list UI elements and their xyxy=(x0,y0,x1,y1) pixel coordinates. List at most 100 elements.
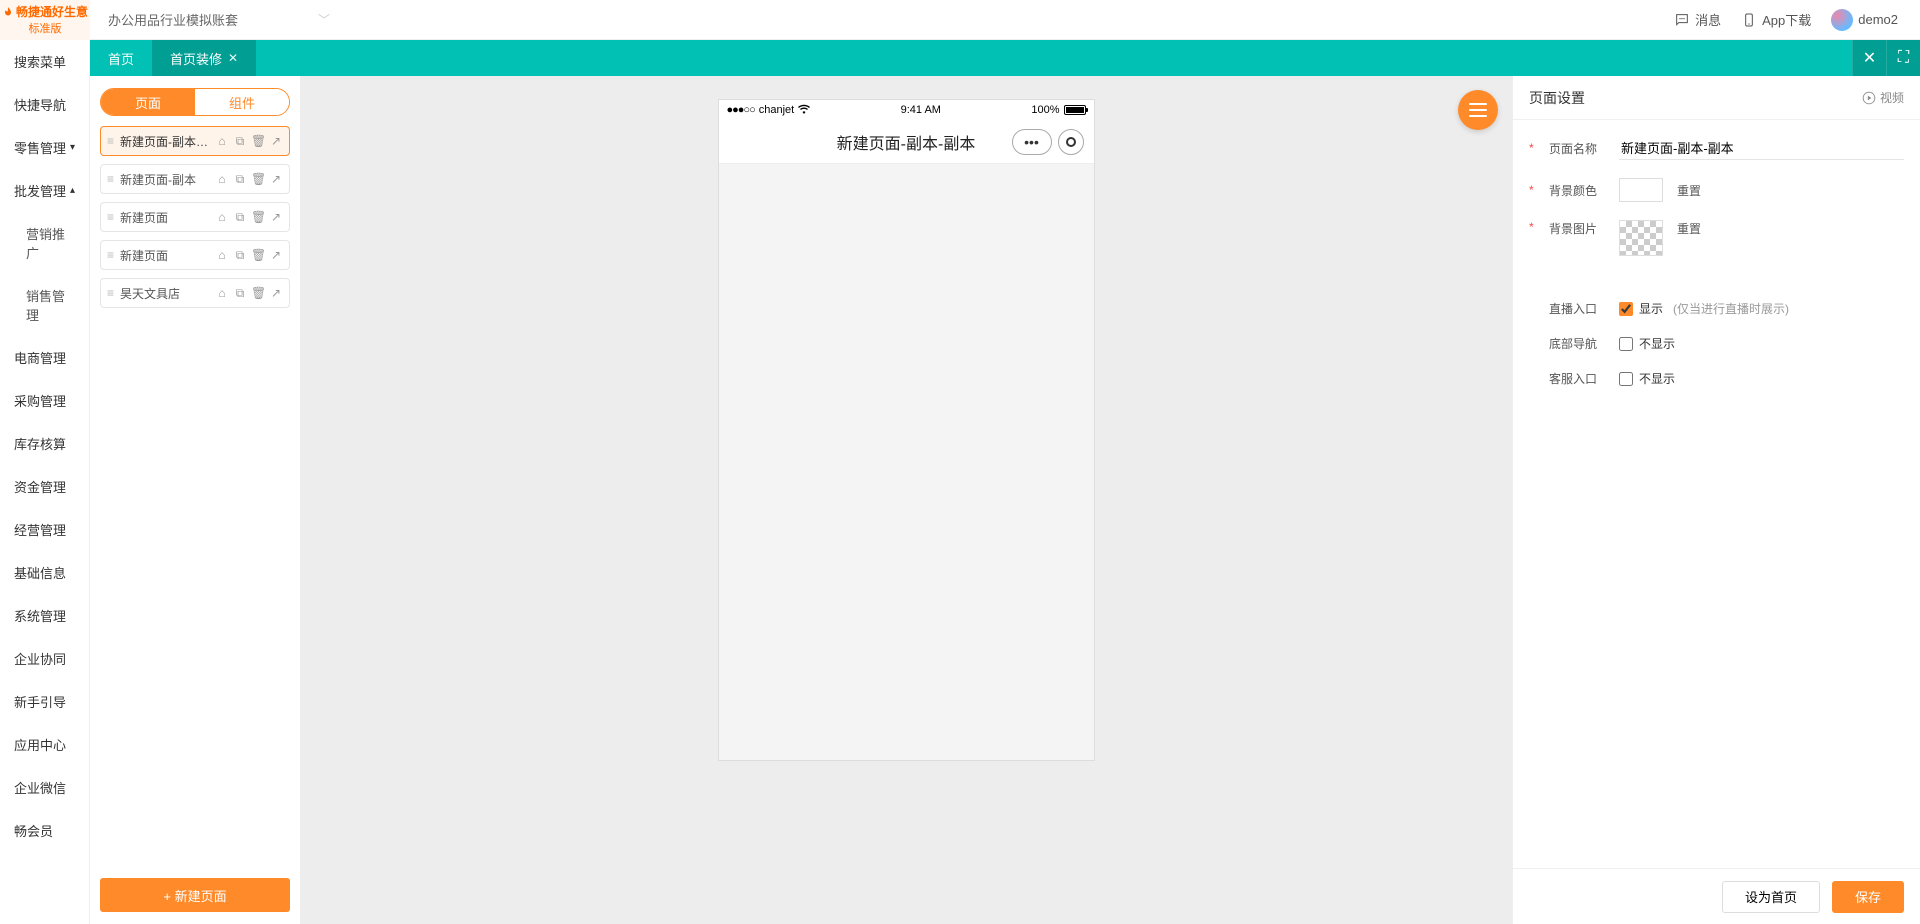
sidebar-item-13[interactable]: 企业协同 xyxy=(0,637,89,680)
avatar xyxy=(1831,9,1853,31)
sidebar-item-label: 销售管理 xyxy=(26,286,75,324)
sidebar-item-3[interactable]: 批发管理▴ xyxy=(0,169,89,212)
page-list-item[interactable]: ≡ 昊天文具店 ⌂ ⧉ 🗑 ↗ xyxy=(100,278,290,308)
copy-icon[interactable]: ⧉ xyxy=(233,286,247,301)
bg-image-reset[interactable]: 重置 xyxy=(1677,220,1701,237)
chevron-down-icon: ﹀ xyxy=(318,11,330,28)
tab-0[interactable]: 首页 xyxy=(90,40,152,76)
sidebar-item-4[interactable]: 营销推广 xyxy=(0,212,89,274)
sidebar-item-16[interactable]: 企业微信 xyxy=(0,766,89,809)
copy-icon[interactable]: ⧉ xyxy=(233,210,247,225)
home-icon[interactable]: ⌂ xyxy=(215,248,229,263)
delete-icon[interactable]: 🗑 xyxy=(251,286,265,301)
copy-icon[interactable]: ⧉ xyxy=(233,172,247,187)
page-item-name: 新建页面-副本-... xyxy=(120,133,209,150)
sidebar-item-11[interactable]: 基础信息 xyxy=(0,551,89,594)
bg-color-reset[interactable]: 重置 xyxy=(1677,182,1701,199)
live-show-text: 显示 xyxy=(1639,300,1663,317)
close-icon[interactable]: ✕ xyxy=(228,51,238,65)
sidebar-item-label: 资金管理 xyxy=(14,477,66,496)
miniapp-menu-icon[interactable]: ••• xyxy=(1012,129,1052,155)
sidebar-item-8[interactable]: 库存核算 xyxy=(0,422,89,465)
delete-icon[interactable]: 🗑 xyxy=(251,248,265,263)
new-page-button[interactable]: + 新建页面 xyxy=(100,878,290,912)
bottom-nav-text: 不显示 xyxy=(1639,335,1675,352)
sidebar-item-5[interactable]: 销售管理 xyxy=(0,274,89,336)
drag-handle-icon[interactable]: ≡ xyxy=(107,286,114,300)
save-button[interactable]: 保存 xyxy=(1832,881,1904,913)
sidebar-item-label: 零售管理 xyxy=(14,138,66,157)
share-icon[interactable]: ↗ xyxy=(269,172,283,187)
live-entry-label: 直播入口 xyxy=(1549,300,1605,317)
copy-icon[interactable]: ⧉ xyxy=(233,134,247,149)
phone-page-title: 新建页面-副本-副本 xyxy=(837,130,976,154)
page-name-input[interactable] xyxy=(1619,136,1904,160)
battery-icon xyxy=(1064,105,1086,115)
toggle-panel-fab[interactable] xyxy=(1458,90,1498,130)
logo: 畅捷通好生意 标准版 xyxy=(0,0,90,40)
drag-handle-icon[interactable]: ≡ xyxy=(107,210,114,224)
sidebar-item-label: 企业微信 xyxy=(14,778,66,797)
close-all-icon[interactable]: ✕ xyxy=(1852,40,1886,76)
flame-icon xyxy=(2,6,14,18)
home-icon[interactable]: ⌂ xyxy=(215,210,229,225)
copy-icon[interactable]: ⧉ xyxy=(233,248,247,263)
home-icon[interactable]: ⌂ xyxy=(215,134,229,149)
video-help-link[interactable]: 视频 xyxy=(1862,89,1904,106)
account-selector[interactable]: 办公用品行业模拟账套 ﹀ xyxy=(108,10,330,29)
page-item-name: 新建页面 xyxy=(120,209,209,226)
miniapp-close-icon[interactable] xyxy=(1058,129,1084,155)
bg-image-picker[interactable] xyxy=(1619,220,1663,256)
delete-icon[interactable]: 🗑 xyxy=(251,172,265,187)
live-show-hint: (仅当进行直播时展示) xyxy=(1673,300,1789,317)
bottom-nav-checkbox[interactable] xyxy=(1619,337,1633,351)
sidebar-item-7[interactable]: 采购管理 xyxy=(0,379,89,422)
page-list-item[interactable]: ≡ 新建页面 ⌂ ⧉ 🗑 ↗ xyxy=(100,240,290,270)
sidebar-item-label: 营销推广 xyxy=(26,224,75,262)
live-show-checkbox[interactable] xyxy=(1619,302,1633,316)
page-item-name: 新建页面 xyxy=(120,247,209,264)
sidebar-item-10[interactable]: 经营管理 xyxy=(0,508,89,551)
user-menu[interactable]: demo2 xyxy=(1831,9,1898,31)
share-icon[interactable]: ↗ xyxy=(269,134,283,149)
share-icon[interactable]: ↗ xyxy=(269,248,283,263)
sidebar-item-0[interactable]: 搜索菜单 xyxy=(0,40,89,83)
delete-icon[interactable]: 🗑 xyxy=(251,134,265,149)
fullscreen-icon[interactable]: ⛶ xyxy=(1886,40,1920,76)
home-icon[interactable]: ⌂ xyxy=(215,286,229,301)
sidebar-item-17[interactable]: 畅会员 xyxy=(0,809,89,852)
home-icon[interactable]: ⌂ xyxy=(215,172,229,187)
service-checkbox[interactable] xyxy=(1619,372,1633,386)
sidebar-item-6[interactable]: 电商管理 xyxy=(0,336,89,379)
page-item-name: 昊天文具店 xyxy=(120,285,209,302)
share-icon[interactable]: ↗ xyxy=(269,286,283,301)
set-home-button[interactable]: 设为首页 xyxy=(1722,881,1820,913)
bg-color-swatch[interactable] xyxy=(1619,178,1663,202)
sidebar-item-9[interactable]: 资金管理 xyxy=(0,465,89,508)
phone-time: 9:41 AM xyxy=(901,104,941,116)
phone-body[interactable] xyxy=(719,164,1094,760)
sidebar-item-1[interactable]: 快捷导航 xyxy=(0,83,89,126)
page-list-item[interactable]: ≡新建页面-副本⌂⧉🗑↗ xyxy=(100,164,290,194)
share-icon[interactable]: ↗ xyxy=(269,210,283,225)
service-entry-label: 客服入口 xyxy=(1549,370,1605,387)
seg-component[interactable]: 组件 xyxy=(195,89,289,115)
seg-page[interactable]: 页面 xyxy=(101,89,195,115)
sidebar-item-15[interactable]: 应用中心 xyxy=(0,723,89,766)
page-list-item[interactable]: ≡ 新建页面 ⌂ ⧉ 🗑 ↗ xyxy=(100,202,290,232)
sidebar-item-2[interactable]: 零售管理▾ xyxy=(0,126,89,169)
service-text: 不显示 xyxy=(1639,370,1675,387)
messages-link[interactable]: 消息 xyxy=(1674,10,1721,29)
sidebar-item-12[interactable]: 系统管理 xyxy=(0,594,89,637)
tab-1[interactable]: 首页装修✕ xyxy=(152,40,256,76)
page-list-item[interactable]: ≡ 新建页面-副本-... ⌂ ⧉ 🗑 ↗ xyxy=(100,126,290,156)
app-download-link[interactable]: App下载 xyxy=(1741,10,1811,29)
drag-handle-icon[interactable]: ≡ xyxy=(107,172,114,186)
drag-handle-icon[interactable]: ≡ xyxy=(107,134,114,148)
panel-title: 页面设置 xyxy=(1529,88,1585,108)
sidebar-item-14[interactable]: 新手引导 xyxy=(0,680,89,723)
delete-icon[interactable]: 🗑 xyxy=(251,210,265,225)
drag-handle-icon[interactable]: ≡ xyxy=(107,248,114,262)
sidebar-item-label: 畅会员 xyxy=(14,821,53,840)
phone-preview: ●●●○○ chanjet 9:41 AM 100% xyxy=(719,100,1094,760)
